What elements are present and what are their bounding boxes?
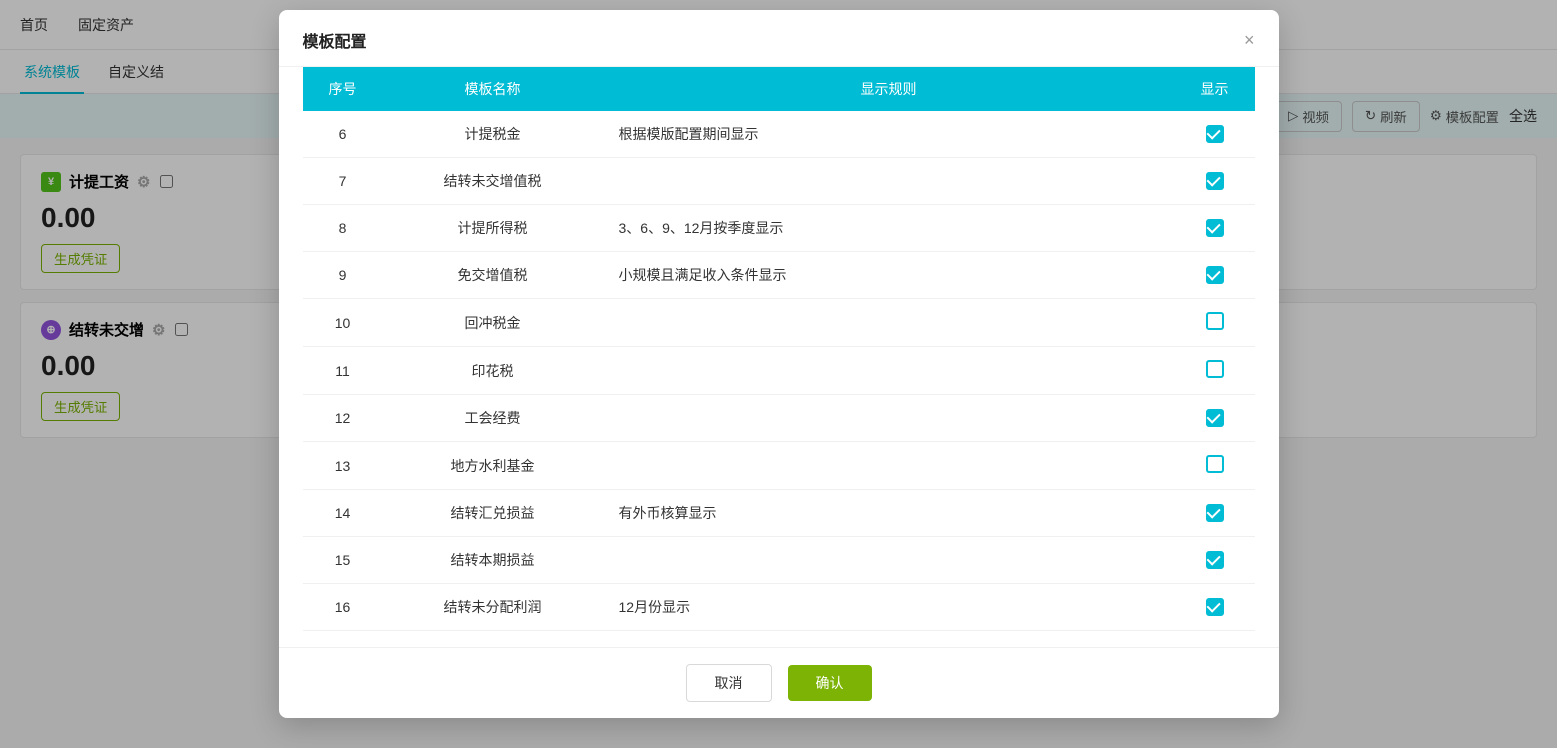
cell-rule: 根据模版配置期间显示	[603, 111, 1175, 158]
cell-rule	[603, 347, 1175, 395]
cell-checkbox	[1175, 252, 1255, 299]
cell-name: 免交增值税	[383, 252, 603, 299]
display-checkbox[interactable]	[1206, 125, 1224, 143]
modal-header: 模板配置 ×	[279, 10, 1279, 67]
col-display: 显示	[1175, 67, 1255, 111]
cell-rule: 12月份显示	[603, 584, 1175, 631]
cell-checkbox	[1175, 299, 1255, 347]
table-row: 11印花税	[303, 347, 1255, 395]
modal-footer: 取消 确认	[279, 647, 1279, 718]
cell-checkbox	[1175, 158, 1255, 205]
cell-seq: 14	[303, 490, 383, 537]
cell-seq: 13	[303, 442, 383, 490]
cell-seq: 11	[303, 347, 383, 395]
display-checkbox[interactable]	[1206, 504, 1224, 522]
cell-name: 结转未分配利润	[383, 584, 603, 631]
table-header-row: 序号 模板名称 显示规则 显示	[303, 67, 1255, 111]
cell-rule	[603, 395, 1175, 442]
cell-name: 结转汇兑损益	[383, 490, 603, 537]
cell-seq: 12	[303, 395, 383, 442]
col-rule: 显示规则	[603, 67, 1175, 111]
table-row: 16结转未分配利润12月份显示	[303, 584, 1255, 631]
cell-seq: 10	[303, 299, 383, 347]
cell-rule	[603, 537, 1175, 584]
display-checkbox[interactable]	[1206, 172, 1224, 190]
cell-rule	[603, 299, 1175, 347]
cell-seq: 6	[303, 111, 383, 158]
cell-seq: 9	[303, 252, 383, 299]
display-checkbox[interactable]	[1206, 551, 1224, 569]
modal-title: 模板配置	[303, 28, 367, 52]
modal-overlay: 模板配置 × 序号 模板名称 显示规则 显示 6计提税金根据模版配置期间显示7结…	[0, 0, 1557, 748]
cell-checkbox	[1175, 205, 1255, 252]
cell-checkbox	[1175, 490, 1255, 537]
cell-name: 结转本期损益	[383, 537, 603, 584]
confirm-button[interactable]: 确认	[788, 665, 872, 701]
display-checkbox[interactable]	[1206, 219, 1224, 237]
cell-rule: 小规模且满足收入条件显示	[603, 252, 1175, 299]
display-checkbox[interactable]	[1206, 598, 1224, 616]
cell-seq: 16	[303, 584, 383, 631]
cell-rule: 3、6、9、12月按季度显示	[603, 205, 1175, 252]
cell-checkbox	[1175, 395, 1255, 442]
modal-body: 序号 模板名称 显示规则 显示 6计提税金根据模版配置期间显示7结转未交增值税8…	[279, 67, 1279, 647]
cell-rule: 有外币核算显示	[603, 490, 1175, 537]
display-checkbox[interactable]	[1206, 312, 1224, 330]
cell-rule	[603, 158, 1175, 205]
config-table: 序号 模板名称 显示规则 显示 6计提税金根据模版配置期间显示7结转未交增值税8…	[303, 67, 1255, 631]
cell-checkbox	[1175, 347, 1255, 395]
cancel-button[interactable]: 取消	[686, 664, 772, 702]
cell-checkbox	[1175, 111, 1255, 158]
modal-close-button[interactable]: ×	[1244, 31, 1255, 49]
table-row: 15结转本期损益	[303, 537, 1255, 584]
table-row: 10回冲税金	[303, 299, 1255, 347]
cell-seq: 7	[303, 158, 383, 205]
cell-seq: 15	[303, 537, 383, 584]
col-seq: 序号	[303, 67, 383, 111]
cell-checkbox	[1175, 537, 1255, 584]
cell-name: 印花税	[383, 347, 603, 395]
table-row: 13地方水利基金	[303, 442, 1255, 490]
cell-rule	[603, 442, 1175, 490]
table-row: 7结转未交增值税	[303, 158, 1255, 205]
table-row: 8计提所得税3、6、9、12月按季度显示	[303, 205, 1255, 252]
cell-name: 工会经费	[383, 395, 603, 442]
display-checkbox[interactable]	[1206, 360, 1224, 378]
table-row: 12工会经费	[303, 395, 1255, 442]
display-checkbox[interactable]	[1206, 266, 1224, 284]
table-row: 9免交增值税小规模且满足收入条件显示	[303, 252, 1255, 299]
cell-name: 计提税金	[383, 111, 603, 158]
cell-name: 回冲税金	[383, 299, 603, 347]
modal-template-config: 模板配置 × 序号 模板名称 显示规则 显示 6计提税金根据模版配置期间显示7结…	[279, 10, 1279, 718]
cell-name: 结转未交增值税	[383, 158, 603, 205]
cell-checkbox	[1175, 442, 1255, 490]
cell-seq: 8	[303, 205, 383, 252]
table-row: 14结转汇兑损益有外币核算显示	[303, 490, 1255, 537]
cell-name: 计提所得税	[383, 205, 603, 252]
col-name: 模板名称	[383, 67, 603, 111]
cell-name: 地方水利基金	[383, 442, 603, 490]
cell-checkbox	[1175, 584, 1255, 631]
display-checkbox[interactable]	[1206, 455, 1224, 473]
table-row: 6计提税金根据模版配置期间显示	[303, 111, 1255, 158]
display-checkbox[interactable]	[1206, 409, 1224, 427]
